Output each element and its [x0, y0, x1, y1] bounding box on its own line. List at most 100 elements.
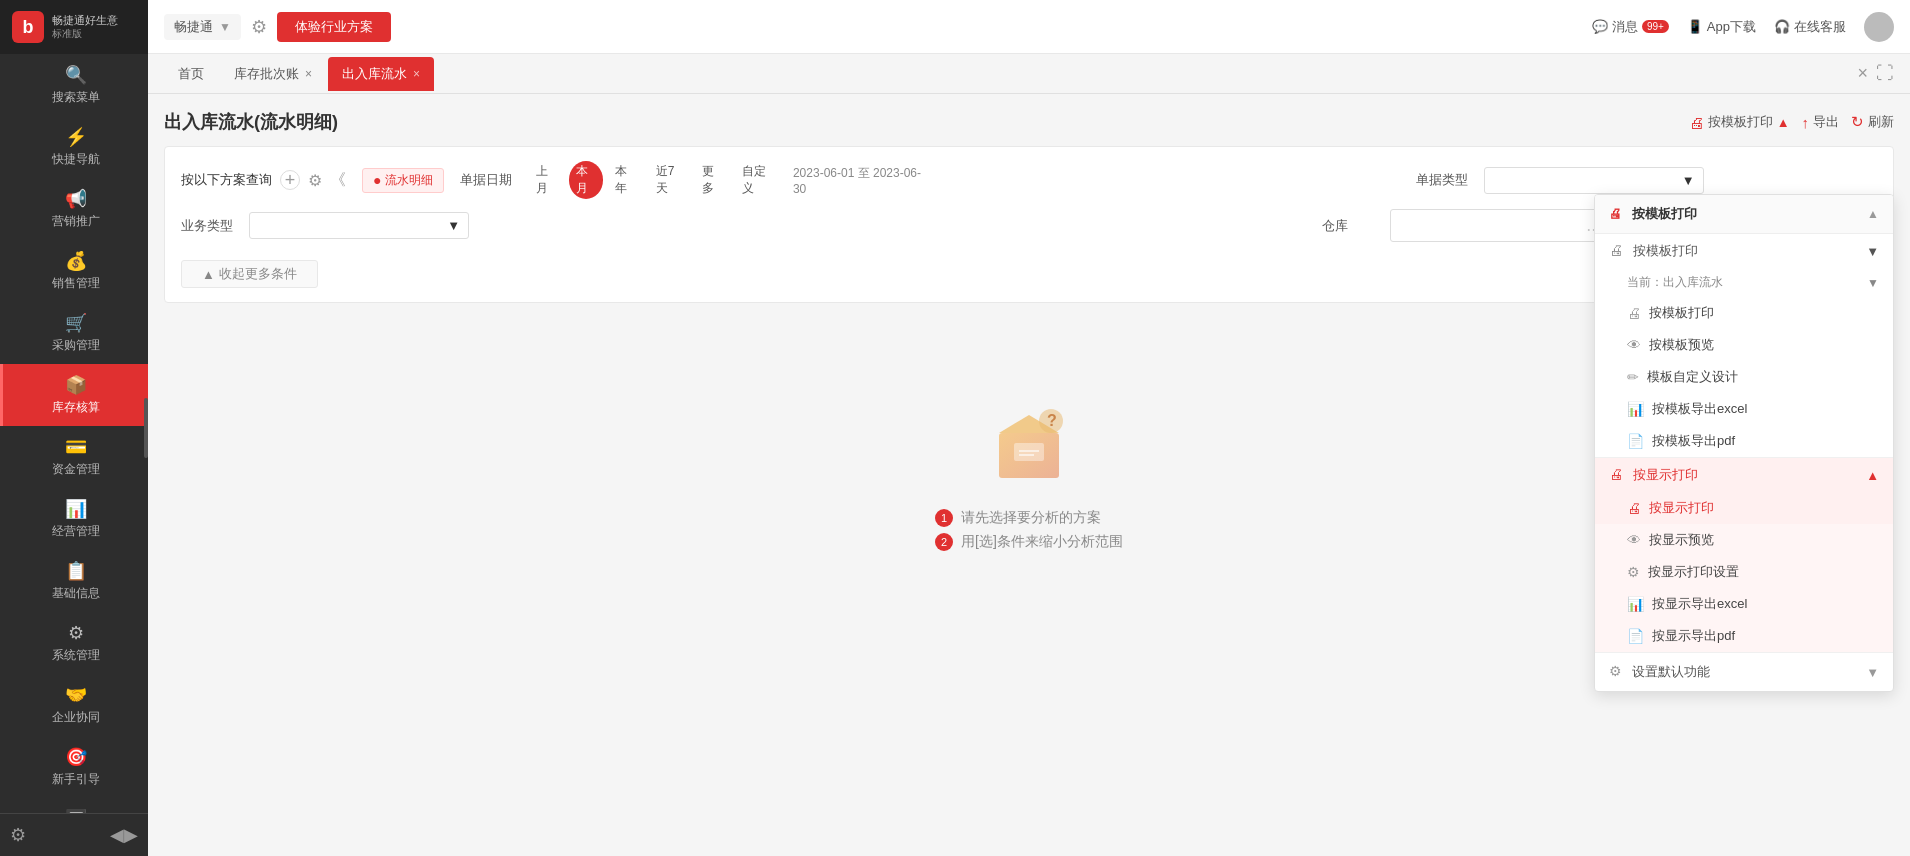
item-label: 按显示导出pdf [1652, 627, 1735, 645]
preview-icon: 👁 [1627, 337, 1641, 353]
date-tag-custom[interactable]: 自定义 [734, 161, 781, 199]
messages-button[interactable]: 💬 消息 99+ [1592, 18, 1669, 36]
collapse-filter-icon[interactable]: 《 [330, 170, 346, 191]
tip-text-1: 请先选择要分析的方案 [961, 509, 1101, 527]
sidebar-item-label: 搜索菜单 [52, 89, 100, 106]
date-tag-this-month[interactable]: 本月 [569, 161, 603, 199]
business-type-field: 业务类型 ▼ [181, 212, 736, 239]
warehouse-select[interactable]: ... [1390, 209, 1610, 242]
sidebar-item-label: 系统管理 [52, 647, 100, 664]
tab-home[interactable]: 首页 [164, 57, 218, 91]
user-avatar[interactable] [1864, 12, 1894, 42]
sidebar-item-system[interactable]: ⚙ 系统管理 [0, 612, 148, 674]
template-preview-item[interactable]: 👁 按模板预览 [1595, 329, 1893, 361]
template-print-item[interactable]: 🖨 按模板打印 [1595, 297, 1893, 329]
template-print-section-header[interactable]: 🖨 按模板打印 ▼ [1595, 234, 1893, 268]
customer-service-label: 在线客服 [1794, 18, 1846, 36]
preview-icon: 👁 [1627, 532, 1641, 548]
refresh-icon: ↻ [1851, 113, 1864, 131]
fullscreen-icon[interactable]: ⛶ [1876, 63, 1894, 84]
customer-service-button[interactable]: 🎧 在线客服 [1774, 18, 1846, 36]
page-actions: 🖨 按模板打印 ▲ ↑ 导出 ↻ 刷新 [1689, 113, 1894, 131]
app-version: 标准版 [52, 27, 118, 41]
sidebar-item-shortcut[interactable]: ⚡ 快捷导航 [0, 116, 148, 178]
template-export-pdf-item[interactable]: 📄 按模板导出pdf [1595, 425, 1893, 457]
sidebar-item-label: 库存核算 [52, 399, 100, 416]
filter-tag-icon: ● [373, 172, 381, 188]
trial-button[interactable]: 体验行业方案 [277, 12, 391, 42]
sidebar-item-label: 资金管理 [52, 461, 100, 478]
item-label: 按模板打印 [1649, 304, 1714, 322]
dropdown-footer[interactable]: ⚙ 设置默认功能 ▼ [1595, 653, 1893, 691]
item-label: 按显示打印设置 [1648, 563, 1739, 581]
date-tag-last7[interactable]: 近7天 [648, 161, 690, 199]
display-print-section-header[interactable]: 🖨 按显示打印 ▲ [1595, 458, 1893, 492]
template-export-excel-item[interactable]: 📊 按模板导出excel [1595, 393, 1893, 425]
item-label: 按显示预览 [1649, 531, 1714, 549]
topbar-settings-icon[interactable]: ⚙ [251, 16, 267, 38]
search-query-label-area: 按以下方案查询 + ⚙ 《 [181, 170, 346, 191]
date-tag-more[interactable]: 更多 [694, 161, 730, 199]
dropdown-title: 🖨 按模板打印 [1609, 205, 1697, 223]
sidebar-item-inventory[interactable]: 📦 库存核算 [0, 364, 148, 426]
doc-type-select[interactable]: ▼ [1484, 167, 1704, 194]
display-export-pdf-item[interactable]: 📄 按显示导出pdf [1595, 620, 1893, 652]
sidebar-item-collab[interactable]: 🤝 企业协同 [0, 674, 148, 736]
sidebar-item-purchase[interactable]: 🛒 采购管理 [0, 302, 148, 364]
sidebar-item-finance[interactable]: 💳 资金管理 [0, 426, 148, 488]
tab-label: 首页 [178, 65, 204, 83]
date-tag-last-month[interactable]: 上月 [528, 161, 564, 199]
sidebar-item-sales[interactable]: 💰 销售管理 [0, 240, 148, 302]
purchase-icon: 🛒 [65, 312, 87, 334]
footer-chevron: ▼ [1866, 665, 1879, 680]
tab-batch[interactable]: 库存批次账 × [220, 57, 326, 91]
export-button[interactable]: ↑ 导出 [1802, 113, 1840, 131]
dropdown-title-text: 按模板打印 [1632, 206, 1697, 221]
tip-num-1: 1 [935, 509, 953, 527]
sidebar-collapse-icon[interactable]: ◀▶ [110, 824, 138, 846]
filter-tag-shuimingxi[interactable]: ● 流水明细 [362, 168, 444, 193]
sidebar-logo: b 畅捷通好生意 标准版 [0, 0, 148, 54]
print-template-button[interactable]: 🖨 按模板打印 ▲ [1689, 113, 1790, 131]
sidebar-item-marketing[interactable]: 📢 营销推广 [0, 178, 148, 240]
search-icon: 🔍 [65, 64, 87, 86]
user-selector[interactable]: 畅捷通 ▼ [164, 14, 241, 40]
sidebar-item-search[interactable]: 🔍 搜索菜单 [0, 54, 148, 116]
app-download-button[interactable]: 📱 App下载 [1687, 18, 1756, 36]
date-tags: 上月 本月 本年 近7天 更多 自定义 [528, 161, 780, 199]
sidebar-item-guide[interactable]: 🎯 新手引导 [0, 736, 148, 798]
business-type-select[interactable]: ▼ [249, 212, 469, 239]
sidebar-item-basic[interactable]: 📋 基础信息 [0, 550, 148, 612]
template-section-chevron: ▼ [1866, 244, 1879, 259]
item-label: 按显示导出excel [1652, 595, 1747, 613]
close-all-tabs-icon[interactable]: × [1857, 63, 1868, 84]
add-filter-icon[interactable]: + [280, 170, 300, 190]
display-print-settings-item[interactable]: ⚙ 按显示打印设置 [1595, 556, 1893, 588]
collapse-button[interactable]: ▲ 收起更多条件 [181, 260, 318, 288]
display-export-excel-item[interactable]: 📊 按显示导出excel [1595, 588, 1893, 620]
display-print-item[interactable]: 🖨 按显示打印 [1595, 492, 1893, 524]
sidebar-settings-icon[interactable]: ⚙ [10, 824, 26, 846]
message-icon: 💬 [1592, 19, 1608, 34]
filter-settings-icon[interactable]: ⚙ [308, 171, 322, 190]
tip-text-2: 用[选]条件来缩小分析范围 [961, 533, 1123, 551]
dropdown-chevron-up[interactable]: ▲ [1867, 207, 1879, 221]
refresh-button[interactable]: ↻ 刷新 [1851, 113, 1894, 131]
marketing-icon: 📢 [65, 188, 87, 210]
date-tag-this-year[interactable]: 本年 [607, 161, 643, 199]
sidebar-item-apps[interactable]: 🔲 应用中心 [0, 798, 148, 813]
doc-type-label: 单据类型 [1416, 171, 1476, 189]
template-custom-item[interactable]: ✏ 模板自定义设计 [1595, 361, 1893, 393]
display-preview-item[interactable]: 👁 按显示预览 [1595, 524, 1893, 556]
collapse-label: 收起更多条件 [219, 265, 297, 283]
main-area: 畅捷通 ▼ ⚙ 体验行业方案 💬 消息 99+ 📱 App下载 🎧 在线客服 [148, 0, 1910, 856]
footer-label: 设置默认功能 [1632, 664, 1710, 679]
tab-flow[interactable]: 出入库流水 × [328, 57, 434, 91]
chevron-up-icon: ▲ [1777, 115, 1790, 130]
sidebar-item-operations[interactable]: 📊 经营管理 [0, 488, 148, 550]
item-label: 按显示打印 [1649, 499, 1714, 517]
tip-num-2: 2 [935, 533, 953, 551]
tab-close-icon[interactable]: × [413, 67, 420, 81]
tab-close-icon[interactable]: × [305, 67, 312, 81]
print-icon: 🖨 [1689, 114, 1704, 131]
